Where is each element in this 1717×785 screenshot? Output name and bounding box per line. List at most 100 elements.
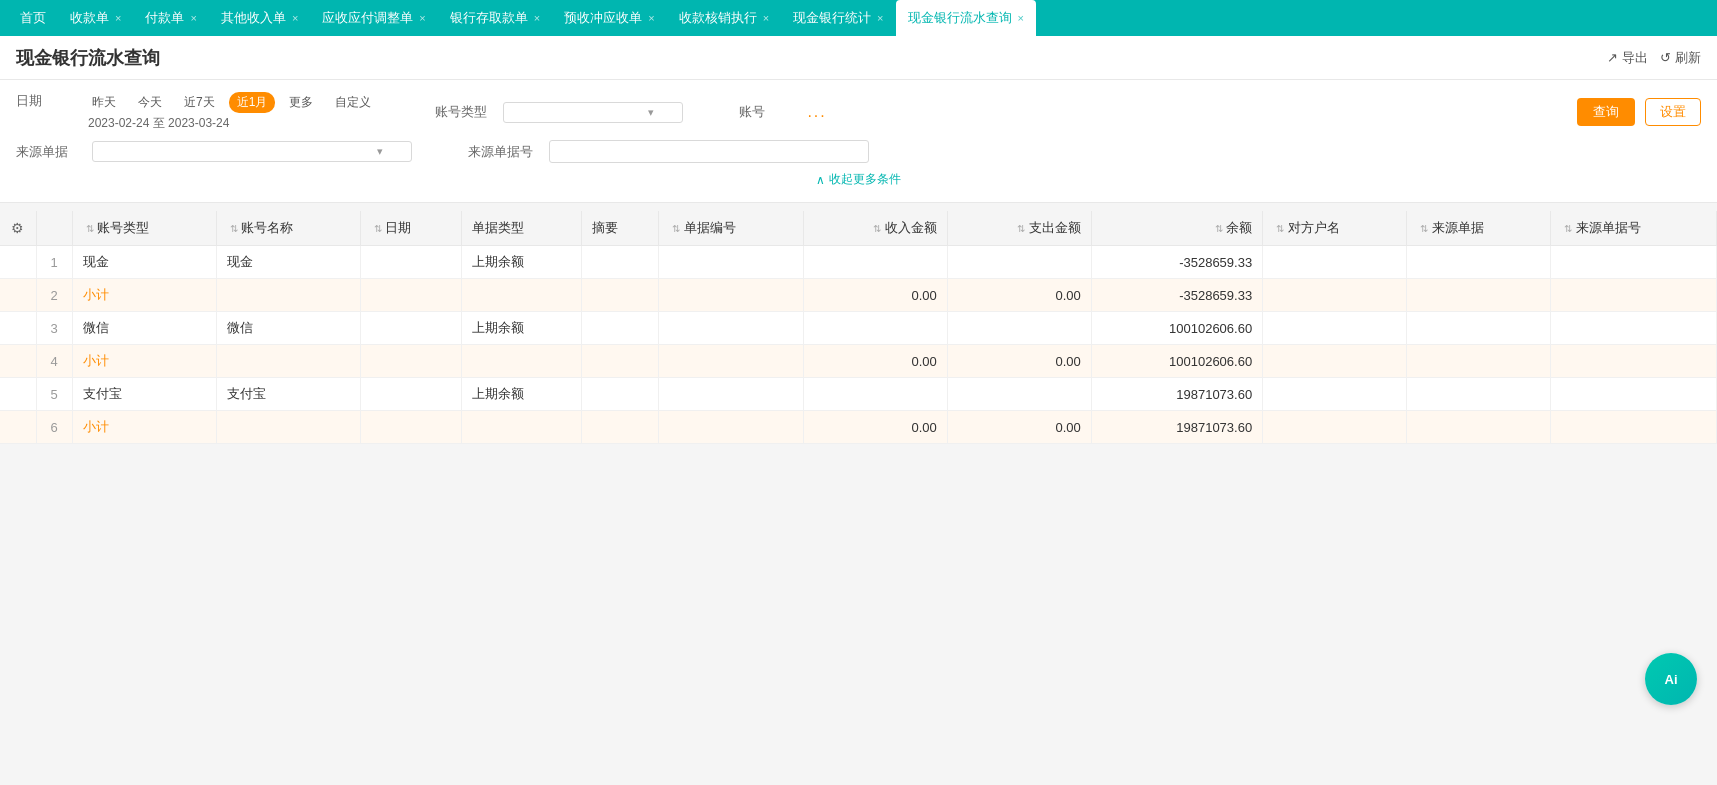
cell-account-name [216,411,360,444]
col-expense[interactable]: ⇅ 支出金额 [947,211,1091,246]
page-title: 现金银行流水查询 [16,46,160,70]
collapse-label: 收起更多条件 [829,171,901,188]
cell-doc-no [659,246,803,279]
nav-home[interactable]: 首页 [8,0,58,36]
table-row: 3微信微信上期余额100102606.60 [0,312,1717,345]
account-dots[interactable]: ... [807,103,826,121]
cell-summary [582,345,659,378]
sort-icon-income: ⇅ [873,223,881,234]
cell-source-doc [1407,312,1551,345]
date-btn-7days[interactable]: 近7天 [176,92,223,113]
date-btn-yesterday[interactable]: 昨天 [84,92,124,113]
cell-source-doc [1407,411,1551,444]
nav-prepayment-close[interactable]: × [648,12,654,24]
nav-home-label: 首页 [20,9,46,27]
account-type-chevron: ▾ [648,106,654,119]
table-row: 2小计0.000.00-3528659.33 [0,279,1717,312]
nav-ar-ap-adjust[interactable]: 应收应付调整单 × [310,0,437,36]
nav-collection-exec-close[interactable]: × [763,12,769,24]
nav-prepayment[interactable]: 预收冲应收单 × [552,0,666,36]
filter-right-actions: 查询 设置 [1577,98,1701,126]
source-doc-num-input[interactable] [549,140,869,163]
col-doc-no[interactable]: ⇅ 单据编号 [659,211,803,246]
sort-icon-date: ⇅ [374,223,382,234]
date-btn-custom[interactable]: 自定义 [327,92,379,113]
data-table: ⚙ ⇅ 账号类型 ⇅ 账号名称 ⇅ 日期 单据类型 [0,211,1717,444]
cell-rownum: 3 [36,312,72,345]
cell-doc-no [659,312,803,345]
collapse-bar[interactable]: ∧ 收起更多条件 [16,167,1701,190]
col-account-name[interactable]: ⇅ 账号名称 [216,211,360,246]
table-container: ⚙ ⇅ 账号类型 ⇅ 账号名称 ⇅ 日期 单据类型 [0,211,1717,444]
cell-expense [947,246,1091,279]
nav-collection-exec[interactable]: 收款核销执行 × [667,0,781,36]
cell-settings [0,246,36,279]
cell-account-name: 微信 [216,312,360,345]
nav-ar-ap-adjust-label: 应收应付调整单 [322,9,413,27]
sort-icon-balance: ⇅ [1215,223,1223,234]
table-body: 1现金现金上期余额-3528659.332小计0.000.00-3528659.… [0,246,1717,444]
cell-rownum: 1 [36,246,72,279]
nav-receipts-label: 收款单 [70,9,109,27]
cell-doc-type [462,411,582,444]
query-button[interactable]: 查询 [1577,98,1635,126]
nav-other-income-close[interactable]: × [292,12,298,24]
date-options: 昨天 今天 近7天 近1月 更多 自定义 [84,92,379,113]
nav-bank-deposit-close[interactable]: × [534,12,540,24]
nav-other-income[interactable]: 其他收入单 × [209,0,310,36]
nav-cash-bank-stats-close[interactable]: × [877,12,883,24]
cell-account-name: 现金 [216,246,360,279]
cell-account-type: 现金 [72,246,216,279]
col-source-doc[interactable]: ⇅ 来源单据 [1407,211,1551,246]
collapse-up-icon: ∧ [816,173,825,187]
nav-cash-bank-stats[interactable]: 现金银行统计 × [781,0,895,36]
cell-expense [947,378,1091,411]
date-btn-more[interactable]: 更多 [281,92,321,113]
date-btn-today[interactable]: 今天 [130,92,170,113]
refresh-button[interactable]: ↺ 刷新 [1660,49,1701,67]
cell-account-name [216,279,360,312]
col-account-type[interactable]: ⇅ 账号类型 [72,211,216,246]
cell-balance: -3528659.33 [1091,279,1262,312]
cell-summary [582,312,659,345]
nav-cash-bank-stats-label: 现金银行统计 [793,9,871,27]
nav-cash-bank-flow-close[interactable]: × [1018,12,1024,24]
col-balance[interactable]: ⇅ 余额 [1091,211,1262,246]
col-income[interactable]: ⇅ 收入金额 [803,211,947,246]
nav-bank-deposit[interactable]: 银行存取款单 × [438,0,552,36]
nav-payments[interactable]: 付款单 × [133,0,208,36]
cell-settings [0,345,36,378]
account-type-select[interactable]: ▾ [503,102,683,123]
cell-date [360,279,461,312]
cell-settings [0,279,36,312]
nav-cash-bank-flow[interactable]: 现金银行流水查询 × [896,0,1036,36]
cell-expense: 0.00 [947,279,1091,312]
cell-source-doc [1407,378,1551,411]
export-icon: ↗ [1607,50,1618,65]
export-button[interactable]: ↗ 导出 [1607,49,1648,67]
cell-rownum: 6 [36,411,72,444]
cell-counterpart [1263,345,1407,378]
sort-icon-counterpart: ⇅ [1276,223,1284,234]
col-source-doc-no[interactable]: ⇅ 来源单据号 [1551,211,1717,246]
cell-balance: -3528659.33 [1091,246,1262,279]
cell-doc-no [659,279,803,312]
col-settings[interactable]: ⚙ [0,211,36,246]
nav-payments-close[interactable]: × [190,12,196,24]
table-row: 5支付宝支付宝上期余额19871073.60 [0,378,1717,411]
cell-account-type: 微信 [72,312,216,345]
nav-receipts-close[interactable]: × [115,12,121,24]
date-range-display: 2023-02-24 至 2023-03-24 [88,115,379,132]
source-doc-select[interactable]: ▾ [92,141,412,162]
col-date[interactable]: ⇅ 日期 [360,211,461,246]
cell-account-type: 小计 [72,345,216,378]
nav-ar-ap-adjust-close[interactable]: × [419,12,425,24]
nav-other-income-label: 其他收入单 [221,9,286,27]
setting-button[interactable]: 设置 [1645,98,1701,126]
col-counterpart[interactable]: ⇅ 对方户名 [1263,211,1407,246]
cell-doc-type: 上期余额 [462,378,582,411]
nav-receipts[interactable]: 收款单 × [58,0,133,36]
gear-icon: ⚙ [11,220,24,236]
date-btn-1month[interactable]: 近1月 [229,92,276,113]
cell-source-doc-no [1551,411,1717,444]
